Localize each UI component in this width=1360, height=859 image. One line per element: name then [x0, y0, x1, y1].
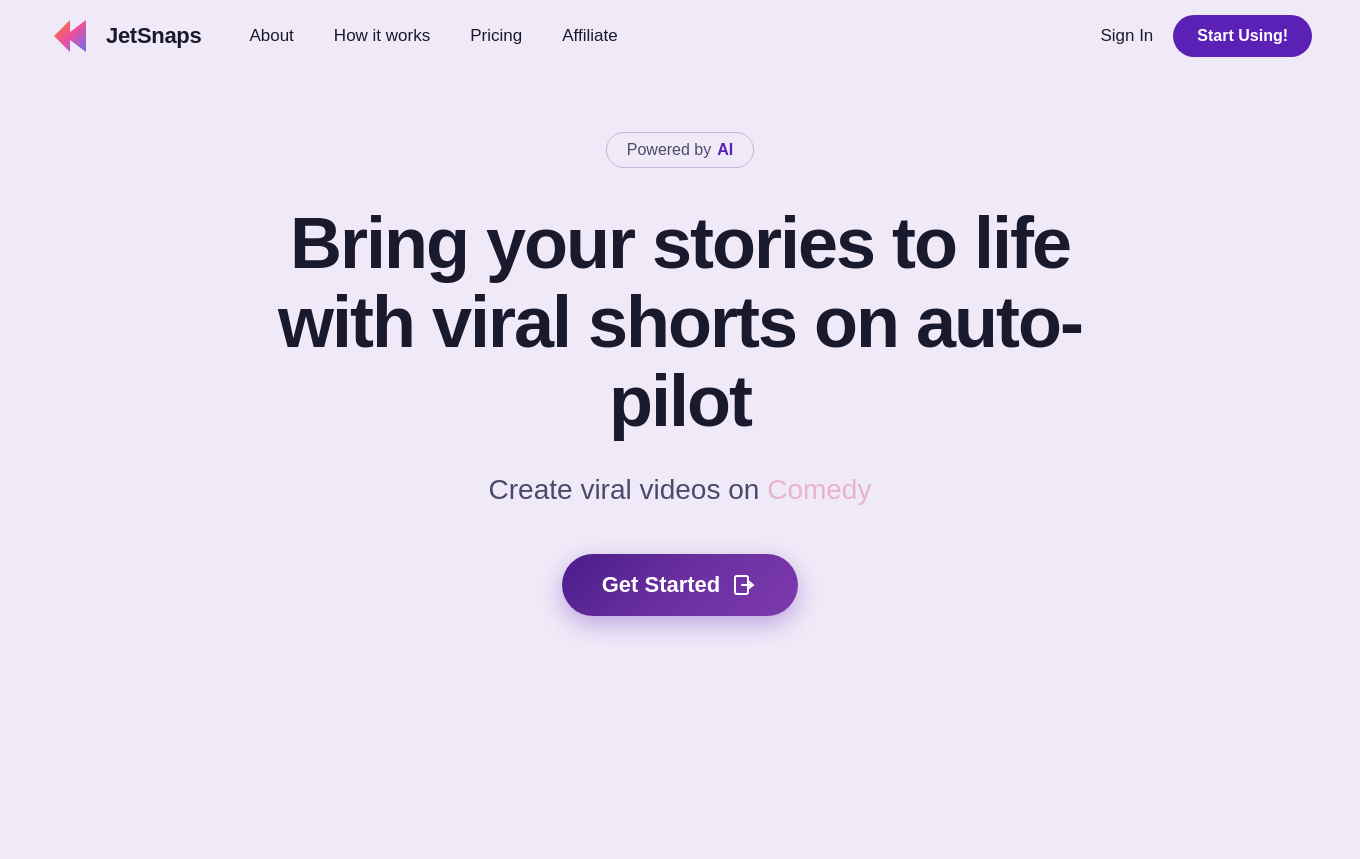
- animated-word: Comedy: [767, 474, 871, 505]
- svg-marker-0: [54, 20, 86, 52]
- nav-links: About How it works Pricing Affiliate: [249, 26, 617, 46]
- hero-section: Powered by AI Bring your stories to life…: [0, 72, 1360, 616]
- ai-highlight: AI: [717, 141, 733, 159]
- brand-name: JetSnaps: [106, 23, 201, 49]
- sub-prefix: Create viral videos on: [489, 474, 760, 505]
- hero-subtext: Create viral videos on Comedy: [489, 474, 872, 506]
- nav-right: Sign In Start Using!: [1100, 15, 1312, 57]
- logo-icon: [48, 12, 96, 60]
- sign-in-button[interactable]: Sign In: [1100, 26, 1153, 46]
- get-started-label: Get Started: [602, 572, 721, 598]
- logo-link[interactable]: JetSnaps: [48, 12, 201, 60]
- arrow-right-icon: [732, 572, 758, 598]
- nav-affiliate[interactable]: Affiliate: [562, 26, 617, 46]
- powered-by-text: Powered by: [627, 141, 712, 159]
- headline-line2: with viral shorts on auto-pilot: [278, 282, 1082, 441]
- powered-badge: Powered by AI: [606, 132, 755, 168]
- nav-about[interactable]: About: [249, 26, 293, 46]
- start-using-button[interactable]: Start Using!: [1173, 15, 1312, 57]
- nav-how-it-works[interactable]: How it works: [334, 26, 430, 46]
- headline-line1: Bring your stories to life: [290, 203, 1070, 283]
- get-started-button[interactable]: Get Started: [562, 554, 799, 616]
- hero-headline: Bring your stories to life with viral sh…: [230, 204, 1130, 442]
- nav-left: JetSnaps About How it works Pricing Affi…: [48, 12, 618, 60]
- navbar: JetSnaps About How it works Pricing Affi…: [0, 0, 1360, 72]
- nav-pricing[interactable]: Pricing: [470, 26, 522, 46]
